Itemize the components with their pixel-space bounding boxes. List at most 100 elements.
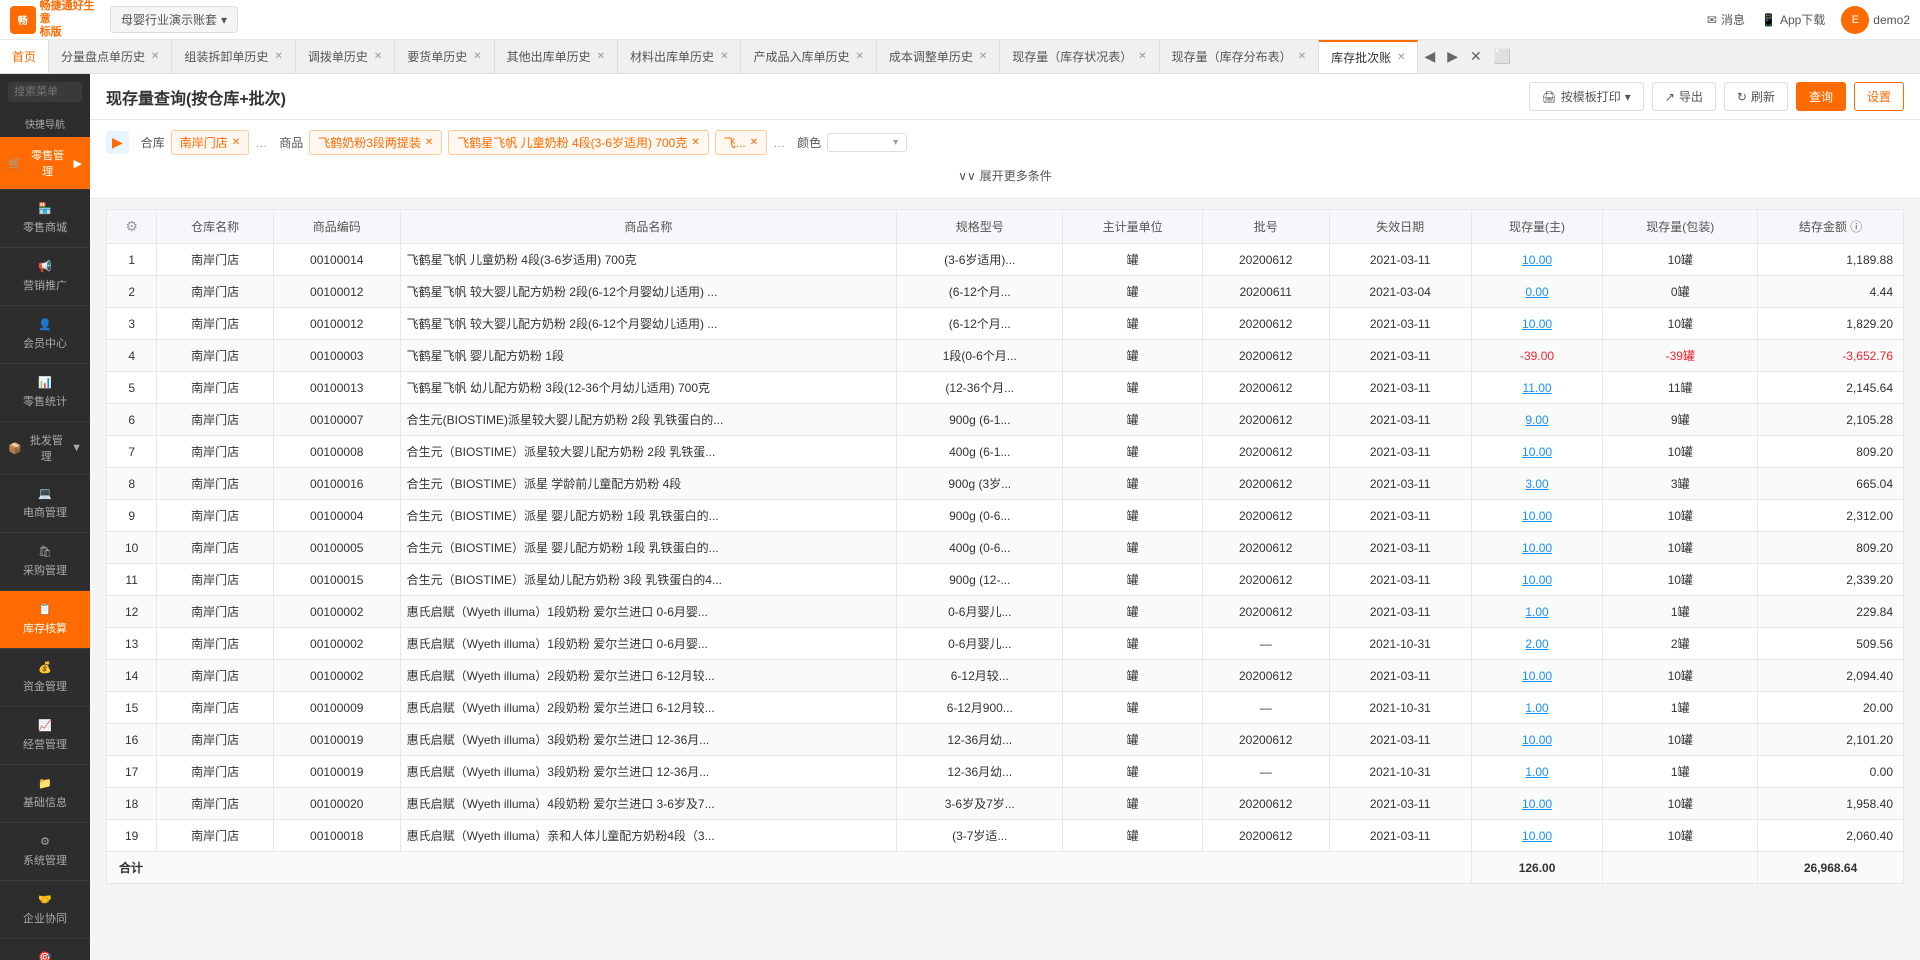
table-row: 6 南岸门店 00100007 合生元(BIOSTIME)派星较大婴儿配方奶粉 …: [107, 404, 1904, 436]
product-tag-2[interactable]: 飞鹤星飞帆 儿童奶粉 4段(3-6岁适用) 700克 ✕: [448, 130, 708, 155]
tab-zuzhuang[interactable]: 组装拆卸单历史 ✕: [172, 40, 295, 74]
th-settings[interactable]: ⚙: [107, 210, 157, 244]
cell-qty[interactable]: 10.00: [1471, 532, 1603, 564]
tab-chancheng[interactable]: 产成品入库单历史 ✕: [741, 40, 876, 74]
tab-close-cailiaochu[interactable]: ✕: [720, 51, 728, 62]
app-download-button[interactable]: 📱 App下载: [1761, 11, 1825, 28]
tab-xiancun1[interactable]: 现存量（库存状况表） ✕: [1000, 40, 1159, 74]
cell-qty[interactable]: 2.00: [1471, 628, 1603, 660]
tab-nav-left[interactable]: ◀: [1418, 48, 1441, 65]
sidebar-item-business[interactable]: 📈 经营管理: [0, 707, 90, 765]
refresh-button[interactable]: ↻ 刷新: [1724, 82, 1788, 111]
cell-qty[interactable]: 1.00: [1471, 756, 1603, 788]
tab-close-diaob[interactable]: ✕: [374, 51, 382, 62]
tab-close-xiancun1[interactable]: ✕: [1138, 51, 1146, 62]
cell-qty[interactable]: 10.00: [1471, 820, 1603, 852]
warehouse-tag[interactable]: 南岸门店 ✕: [171, 130, 249, 155]
cell-qty[interactable]: 10.00: [1471, 564, 1603, 596]
warehouse-tag-close[interactable]: ✕: [232, 137, 240, 148]
expand-more-btn[interactable]: ∨∨ 展开更多条件: [950, 163, 1060, 188]
product-tag-2-close[interactable]: ✕: [691, 137, 699, 148]
cell-qty[interactable]: 10.00: [1471, 308, 1603, 340]
cell-qty[interactable]: 1.00: [1471, 596, 1603, 628]
sidebar-item-purchase[interactable]: 🛍 采购管理: [0, 533, 90, 591]
message-button[interactable]: ✉ 消息: [1707, 11, 1745, 28]
expand-filter-btn[interactable]: ▶: [106, 131, 129, 154]
tab-close-xiancun2[interactable]: ✕: [1298, 51, 1306, 62]
sidebar-item-ecommerce[interactable]: 💻 电商管理: [0, 475, 90, 533]
cell-qty[interactable]: 10.00: [1471, 244, 1603, 276]
color-select[interactable]: ▾: [827, 133, 907, 152]
product-tag-1-close[interactable]: ✕: [425, 137, 433, 148]
tab-kucun-pici[interactable]: 库存批次账 ✕: [1319, 40, 1418, 74]
settings-button[interactable]: 设置: [1854, 82, 1904, 111]
tab-fenliang[interactable]: 分量盘点单历史 ✕: [49, 40, 172, 74]
tab-close-chengben[interactable]: ✕: [979, 51, 987, 62]
tab-close-all[interactable]: ✕: [1464, 48, 1488, 65]
user-avatar[interactable]: E demo2: [1841, 6, 1910, 34]
tab-close-qitachu[interactable]: ✕: [597, 51, 605, 62]
table-row: 15 南岸门店 00100009 惠氏启赋（Wyeth illuma）2段奶粉 …: [107, 692, 1904, 724]
cell-name: 惠氏启赋（Wyeth illuma）3段奶粉 爱尔兰进口 12-36月...: [400, 756, 897, 788]
cell-qty[interactable]: 10.00: [1471, 436, 1603, 468]
cell-qty[interactable]: -39.00: [1471, 340, 1603, 372]
query-button[interactable]: 查询: [1796, 82, 1846, 111]
tab-close-kucun-pici[interactable]: ✕: [1397, 52, 1405, 63]
tab-diaob[interactable]: 调拨单历史 ✕: [296, 40, 395, 74]
print-button[interactable]: 🖨 按模板打印 ▾: [1529, 82, 1644, 111]
tab-xiancun2[interactable]: 现存量（库存分布表） ✕: [1160, 40, 1319, 74]
cell-qty[interactable]: 3.00: [1471, 468, 1603, 500]
settings-gear-icon[interactable]: ⚙: [125, 218, 138, 234]
company-selector[interactable]: 母婴行业演示账套 ▾: [110, 6, 238, 33]
tab-yaoh[interactable]: 要货单历史 ✕: [395, 40, 494, 74]
cell-qty[interactable]: 1.00: [1471, 692, 1603, 724]
product-tag-3-close[interactable]: ✕: [750, 137, 758, 148]
warehouse-more[interactable]: …: [255, 136, 267, 150]
product-tag-3[interactable]: 飞... ✕: [715, 130, 767, 155]
cell-name: 飞鹤星飞帆 幼儿配方奶粉 3段(12-36个月幼儿适用) 700克: [400, 372, 897, 404]
sidebar-item-system[interactable]: ⚙ 系统管理: [0, 823, 90, 881]
cell-expiry: 2021-10-31: [1329, 692, 1471, 724]
sidebar-item-finance[interactable]: 💰 资金管理: [0, 649, 90, 707]
tab-close-fenliang[interactable]: ✕: [151, 51, 159, 62]
sidebar-item-cooperation[interactable]: 🤝 企业协同: [0, 881, 90, 939]
tab-close-chancheng[interactable]: ✕: [855, 51, 863, 62]
cell-batch: —: [1202, 628, 1329, 660]
sidebar-item-member[interactable]: 👤 会员中心: [0, 306, 90, 364]
tab-home[interactable]: 首页: [0, 40, 49, 74]
sidebar-item-wholesale[interactable]: 📦 批发管理 ▼: [0, 422, 90, 475]
sidebar-item-retail-stats[interactable]: 📊 零售统计: [0, 364, 90, 422]
sidebar-item-marketing[interactable]: 📢 营销推广: [0, 248, 90, 306]
cell-no: 16: [107, 724, 157, 756]
sidebar-item-basic-info[interactable]: 📁 基础信息: [0, 765, 90, 823]
cell-code: 00100002: [273, 660, 400, 692]
sidebar-quick-nav[interactable]: 快捷导航: [0, 110, 90, 137]
table-wrap: ⚙ 仓库名称 商品编码 商品名称 规格型号 主计量单位 批号 失效日期 现存量(…: [90, 199, 1920, 960]
table-row: 2 南岸门店 00100012 飞鹤星飞帆 较大婴儿配方奶粉 2段(6-12个月…: [107, 276, 1904, 308]
tab-cailiaochu[interactable]: 材料出库单历史 ✕: [618, 40, 741, 74]
sidebar-item-guide[interactable]: 🎯 新手引导: [0, 939, 90, 960]
retail-mgmt-icon: 🛒: [8, 157, 22, 170]
cell-code: 00100013: [273, 372, 400, 404]
sidebar-item-retail-shop[interactable]: 🏪 零售商城: [0, 190, 90, 248]
cell-unit: 罐: [1063, 724, 1202, 756]
search-input[interactable]: [8, 82, 82, 102]
tab-nav-right[interactable]: ▶: [1441, 48, 1464, 65]
tab-close-zuzhuang[interactable]: ✕: [274, 51, 282, 62]
cell-qty[interactable]: 10.00: [1471, 788, 1603, 820]
cell-qty[interactable]: 10.00: [1471, 660, 1603, 692]
tab-chengben[interactable]: 成本调整单历史 ✕: [877, 40, 1000, 74]
tab-maximize[interactable]: ⬜: [1488, 48, 1517, 65]
cell-qty[interactable]: 9.00: [1471, 404, 1603, 436]
tab-close-yaoh[interactable]: ✕: [473, 51, 481, 62]
cell-qty[interactable]: 11.00: [1471, 372, 1603, 404]
product-tag-1[interactable]: 飞鹤奶粉3段两提装 ✕: [309, 130, 442, 155]
product-more[interactable]: …: [773, 136, 785, 150]
cell-qty[interactable]: 0.00: [1471, 276, 1603, 308]
cell-qty[interactable]: 10.00: [1471, 724, 1603, 756]
export-button[interactable]: ↗ 导出: [1652, 82, 1716, 111]
sidebar-item-retail-mgmt[interactable]: 🛒 零售管理 ▶: [0, 137, 90, 190]
tab-qitachu[interactable]: 其他出库单历史 ✕: [495, 40, 618, 74]
sidebar-item-inventory[interactable]: 📋 库存核算: [0, 591, 90, 649]
cell-qty[interactable]: 10.00: [1471, 500, 1603, 532]
